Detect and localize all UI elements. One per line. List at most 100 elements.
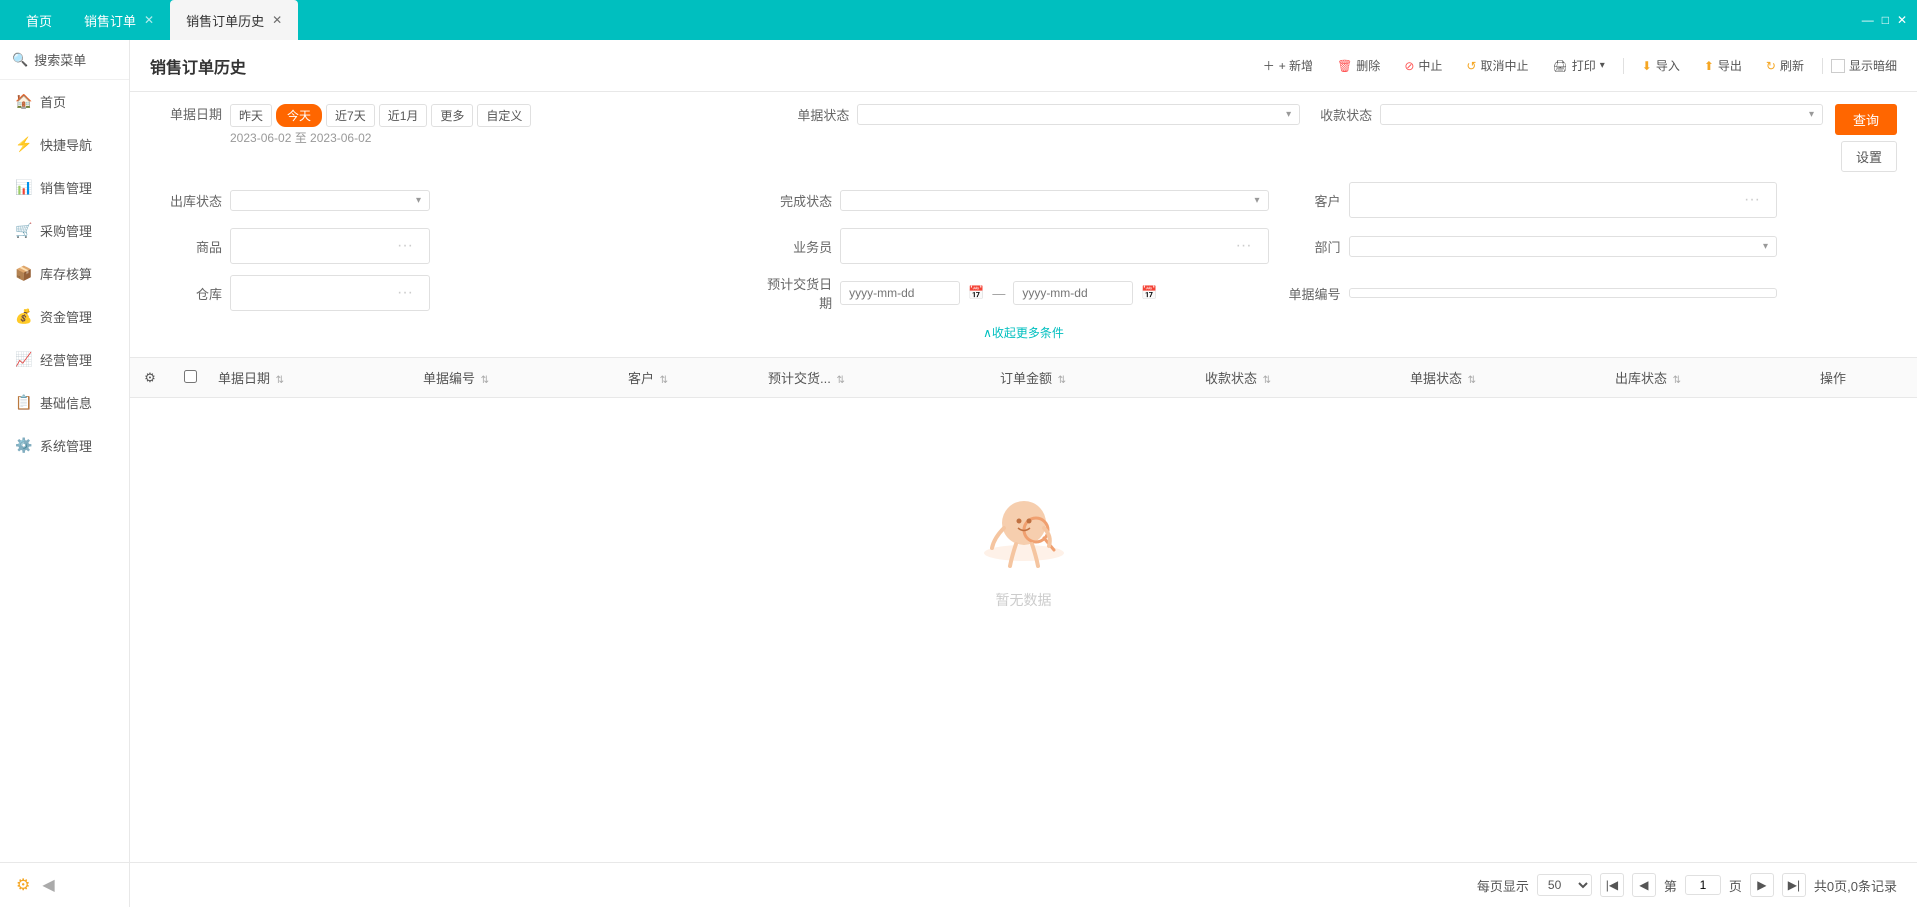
print-icon: 🖨	[1552, 59, 1567, 73]
page-input[interactable]	[1685, 875, 1721, 895]
th-gear[interactable]: ⚙	[130, 358, 170, 398]
bill-status-select[interactable]: ▾	[857, 104, 1300, 125]
goods-dots[interactable]: ···	[389, 233, 421, 259]
date-1month-btn[interactable]: 近1月	[379, 104, 428, 127]
search-menu-row[interactable]: 🔍 搜索菜单	[0, 40, 129, 80]
query-button[interactable]: 查询	[1835, 104, 1897, 135]
settings-button[interactable]: 设置	[1841, 141, 1897, 172]
print-button[interactable]: 🖨 打印 ▾	[1542, 52, 1614, 79]
customer-input[interactable]: ···	[1349, 182, 1777, 218]
stop-icon: ⊘	[1404, 59, 1414, 73]
date-custom-btn[interactable]: 自定义	[477, 104, 531, 127]
warehouse-input[interactable]: ···	[230, 275, 430, 311]
th-customer[interactable]: 客户 ⇅	[620, 358, 760, 398]
receipt-status-select[interactable]: ▾	[1380, 104, 1823, 125]
refresh-button[interactable]: ↻ 刷新	[1756, 52, 1814, 79]
date-yesterday-btn[interactable]: 昨天	[230, 104, 272, 127]
th-out-status[interactable]: 出库状态 ⇅	[1607, 358, 1812, 398]
export-button[interactable]: ⬆ 导出	[1694, 52, 1752, 79]
calendar-from-icon[interactable]: 📅	[968, 285, 984, 301]
sidebar-item-finance[interactable]: 💰 资金管理	[0, 295, 129, 338]
content-area: 销售订单历史 ＋ + 新增 🗑 删除 ⊘ 中止 ↺ 取消中止	[130, 40, 1917, 907]
close-sales-order-tab[interactable]: ✕	[144, 13, 154, 27]
tab-sales-order[interactable]: 销售订单 ✕	[68, 0, 170, 40]
bill-status-label: 单据状态	[777, 105, 857, 124]
warehouse-label: 仓库	[150, 284, 230, 303]
warehouse-dots[interactable]: ···	[389, 280, 421, 306]
stop-button[interactable]: ⊘ 中止	[1394, 52, 1452, 79]
first-page-btn[interactable]: |◀	[1600, 873, 1624, 897]
tab-home[interactable]: 首页	[10, 0, 68, 40]
sort-arrows-receipt: ⇅	[1263, 375, 1271, 386]
display-cols-button[interactable]: 显示暗细	[1831, 57, 1897, 74]
collapse-arrow-icon: ∧	[983, 326, 992, 340]
salesman-dots[interactable]: ···	[1228, 233, 1260, 259]
date-filter-group: 单据日期 昨天 今天 近7天 近1月 更多 自定义 2023-06-02 至 2…	[150, 104, 777, 146]
complete-status-label: 完成状态	[760, 191, 840, 210]
data-table: ⚙ 单据日期 ⇅ 单据编号 ⇅ 客户	[130, 358, 1917, 398]
close-btn[interactable]: ✕	[1897, 13, 1907, 27]
bill-status-arrow: ▾	[1286, 109, 1291, 120]
window-controls: — □ ✕	[1862, 13, 1907, 27]
th-bill-status[interactable]: 单据状态 ⇅	[1402, 358, 1607, 398]
customer-dots[interactable]: ···	[1736, 187, 1768, 213]
salesman-group: 业务员 ···	[760, 228, 1268, 264]
out-status-arrow: ▾	[416, 195, 421, 206]
cancel-stop-button[interactable]: ↺ 取消中止	[1456, 52, 1538, 79]
complete-status-select[interactable]: ▾	[840, 190, 1268, 211]
calendar-to-icon[interactable]: 📅	[1141, 285, 1157, 301]
settings-bottom-icon[interactable]: ⚙	[16, 875, 30, 895]
th-expected-date[interactable]: 预计交货... ⇅	[760, 358, 992, 398]
dept-group: 部门 ▾	[1269, 236, 1777, 257]
date-range-text: 2023-06-02 至 2023-06-02	[230, 129, 531, 146]
salesman-label: 业务员	[760, 237, 840, 256]
sidebar-item-purchase[interactable]: 🛒 采购管理	[0, 209, 129, 252]
minimize-btn[interactable]: —	[1862, 13, 1874, 27]
dept-select[interactable]: ▾	[1349, 236, 1777, 257]
table-wrapper: ⚙ 单据日期 ⇅ 单据编号 ⇅ 客户	[130, 358, 1917, 862]
date-7days-btn[interactable]: 近7天	[326, 104, 375, 127]
sidebar-item-operation[interactable]: 📈 经营管理	[0, 338, 129, 381]
delete-button[interactable]: 🗑 删除	[1327, 52, 1390, 79]
th-check[interactable]	[170, 358, 210, 398]
sidebar-bottom: ⚙ ◀	[0, 862, 129, 907]
date-today-btn[interactable]: 今天	[276, 104, 322, 127]
cancel-stop-icon: ↺	[1466, 59, 1476, 73]
sidebar-item-home[interactable]: 🏠 首页	[0, 80, 129, 123]
per-page-select[interactable]: 50 100 200	[1537, 874, 1592, 896]
sidebar-item-sales[interactable]: 📊 销售管理	[0, 166, 129, 209]
import-icon: ⬇	[1642, 59, 1652, 73]
salesman-input[interactable]: ···	[840, 228, 1268, 264]
sidebar-item-quick-nav[interactable]: ⚡ 快捷导航	[0, 123, 129, 166]
close-history-tab[interactable]: ✕	[272, 13, 282, 27]
maximize-btn[interactable]: □	[1882, 13, 1889, 27]
th-receipt-status[interactable]: 收款状态 ⇅	[1197, 358, 1402, 398]
system-icon: ⚙️	[16, 438, 32, 454]
collapse-sidebar-icon[interactable]: ◀	[42, 875, 54, 895]
out-status-select[interactable]: ▾	[230, 190, 430, 211]
tab-sales-order-history[interactable]: 销售订单历史 ✕	[170, 0, 298, 40]
date-from-input[interactable]	[840, 281, 960, 305]
th-date[interactable]: 单据日期 ⇅	[210, 358, 415, 398]
goods-group: 商品 ···	[150, 228, 760, 264]
date-to-input[interactable]	[1013, 281, 1133, 305]
filter-row-1: 单据日期 昨天 今天 近7天 近1月 更多 自定义 2023-06-02 至 2…	[150, 104, 1897, 172]
th-amount[interactable]: 订单金额 ⇅	[992, 358, 1197, 398]
goods-input[interactable]: ···	[230, 228, 430, 264]
sidebar-item-basic[interactable]: 📋 基础信息	[0, 381, 129, 424]
import-button[interactable]: ⬇ 导入	[1632, 52, 1690, 79]
bill-no-input[interactable]	[1349, 288, 1777, 298]
prev-page-btn[interactable]: ◀	[1632, 873, 1656, 897]
dept-arrow: ▾	[1763, 241, 1768, 252]
select-all-checkbox[interactable]	[184, 370, 197, 383]
sidebar-item-system[interactable]: ⚙️ 系统管理	[0, 424, 129, 467]
new-button[interactable]: ＋ + 新增	[1253, 52, 1323, 79]
date-range-group: 昨天 今天 近7天 近1月 更多 自定义	[230, 104, 531, 127]
display-cols-checkbox[interactable]	[1831, 59, 1845, 73]
last-page-btn[interactable]: ▶|	[1782, 873, 1806, 897]
th-no[interactable]: 单据编号 ⇅	[415, 358, 620, 398]
date-more-btn[interactable]: 更多	[431, 104, 473, 127]
sidebar-item-inventory[interactable]: 📦 库存核算	[0, 252, 129, 295]
collapse-bar[interactable]: ∧ 收起更多条件	[150, 320, 1897, 345]
next-page-btn[interactable]: ▶	[1750, 873, 1774, 897]
